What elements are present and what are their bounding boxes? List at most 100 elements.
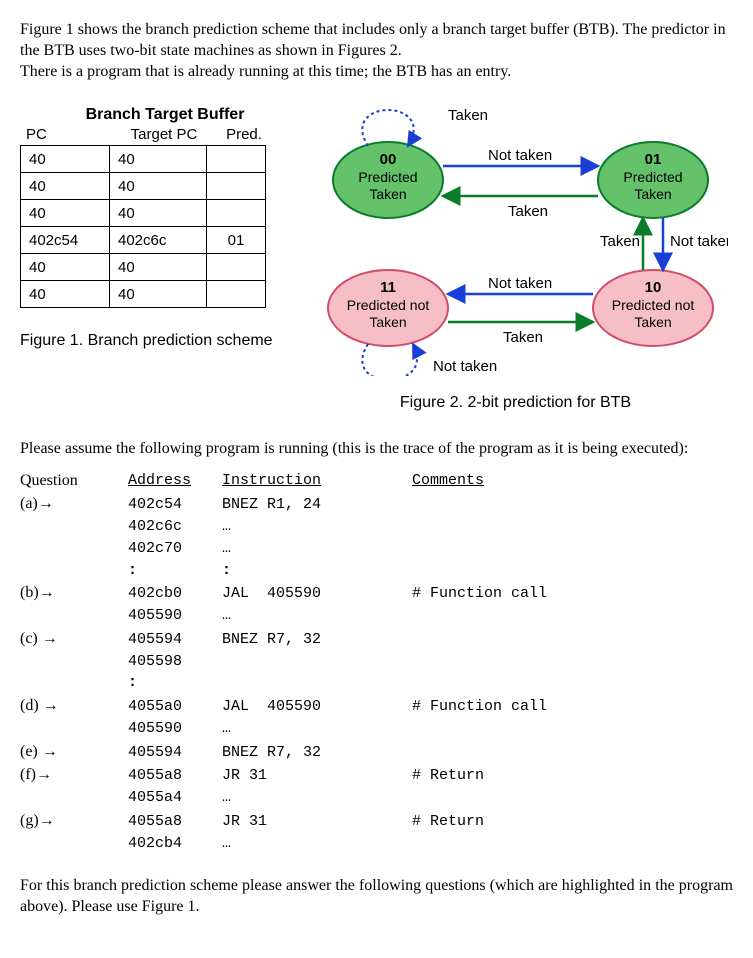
trace-row: : bbox=[20, 672, 733, 694]
btb-header-pred: Pred. bbox=[214, 126, 274, 143]
figure-1-caption: Figure 1. Branch prediction scheme bbox=[20, 332, 280, 350]
state-11-l2: Taken bbox=[369, 314, 406, 330]
trace-address: : bbox=[128, 560, 222, 582]
trace-address: 405594 bbox=[128, 629, 222, 651]
trace-head-comments: Comments bbox=[412, 472, 484, 490]
trace-row: :: bbox=[20, 560, 733, 582]
btb-cell-pc: 40 bbox=[21, 173, 110, 200]
trace-instruction: JAL 405590 bbox=[222, 583, 412, 605]
arrow-icon: → bbox=[42, 743, 58, 760]
figure-2-caption: Figure 2. 2-bit prediction for BTB bbox=[298, 394, 733, 412]
trace-instruction: … bbox=[222, 516, 412, 538]
btb-cell-pc: 40 bbox=[21, 200, 110, 227]
state-10-l2: Taken bbox=[634, 314, 671, 330]
trace-instruction: BNEZ R7, 32 bbox=[222, 742, 412, 764]
trace-question: (g)→ bbox=[20, 809, 128, 832]
trace-question: (d) → bbox=[20, 694, 128, 717]
trace-head-question: Question bbox=[20, 472, 128, 490]
btb-cell-target: 402c6c bbox=[110, 227, 207, 254]
trace-instruction: JAL 405590 bbox=[222, 696, 412, 718]
arrow-icon: → bbox=[42, 630, 58, 647]
trace-row: (b)→402cb0JAL 405590# Function call bbox=[20, 581, 733, 605]
btb-cell-target: 40 bbox=[110, 146, 207, 173]
btb-header-pc: PC bbox=[20, 126, 114, 143]
trace-row: (c) →405594BNEZ R7, 32 bbox=[20, 627, 733, 651]
trace-address: 402c6c bbox=[128, 516, 222, 538]
btb-cell-pred bbox=[207, 173, 266, 200]
trace-head-instruction: Instruction bbox=[222, 472, 412, 490]
trace-row: (f)→4055a8JR 31# Return bbox=[20, 763, 733, 787]
trace-row: (d) →4055a0JAL 405590# Function call bbox=[20, 694, 733, 718]
trace-address: 4055a8 bbox=[128, 765, 222, 787]
btb-row: 402c54402c6c01 bbox=[21, 227, 266, 254]
btb-row: 4040 bbox=[21, 146, 266, 173]
trace-row: (e) →405594BNEZ R7, 32 bbox=[20, 740, 733, 764]
btb-cell-pc: 40 bbox=[21, 146, 110, 173]
trace-instruction: : bbox=[222, 560, 412, 582]
state-00-l1: Predicted bbox=[358, 169, 417, 185]
trace-row: 4055a4… bbox=[20, 787, 733, 809]
trace-address: 402cb0 bbox=[128, 583, 222, 605]
trace-question: (f)→ bbox=[20, 763, 128, 786]
trace-row: 402c70… bbox=[20, 538, 733, 560]
btb-cell-target: 40 bbox=[110, 173, 207, 200]
trace-row: 402c6c… bbox=[20, 516, 733, 538]
trace-address: 402c70 bbox=[128, 538, 222, 560]
edge-10-01-taken: Taken bbox=[600, 233, 640, 250]
btb-cell-pred bbox=[207, 254, 266, 281]
trace-question: (c) → bbox=[20, 627, 128, 650]
btb-cell-target: 40 bbox=[110, 254, 207, 281]
edge-01-00-label: Taken bbox=[508, 203, 548, 220]
intro-p1: Figure 1 shows the branch prediction sch… bbox=[20, 20, 733, 62]
btb-table: 404040404040402c54402c6c0140404040 bbox=[20, 145, 266, 308]
trace-address: 405590 bbox=[128, 718, 222, 740]
intro-p2: There is a program that is already runni… bbox=[20, 62, 733, 83]
state-00-code: 00 bbox=[380, 151, 397, 168]
trace-instruction: … bbox=[222, 718, 412, 740]
trace-head-address: Address bbox=[128, 472, 222, 490]
arrow-icon: → bbox=[43, 697, 59, 714]
trace-row: 405590… bbox=[20, 605, 733, 627]
trace-instruction: BNEZ R7, 32 bbox=[222, 629, 412, 651]
btb-cell-pred bbox=[207, 146, 266, 173]
arrow-icon: → bbox=[38, 495, 54, 512]
trace-row: 405590… bbox=[20, 718, 733, 740]
btb-cell-target: 40 bbox=[110, 281, 207, 308]
edge-01-10-nottaken: Not taken bbox=[670, 233, 728, 250]
btb-cell-pc: 40 bbox=[21, 281, 110, 308]
intro-text: Figure 1 shows the branch prediction sch… bbox=[20, 20, 733, 82]
trace-row: (a)→402c54BNEZ R1, 24 bbox=[20, 492, 733, 516]
btb-cell-target: 40 bbox=[110, 200, 207, 227]
trace-instruction: JR 31 bbox=[222, 765, 412, 787]
arrow-icon: → bbox=[39, 584, 55, 601]
trace-address: 405594 bbox=[128, 742, 222, 764]
trace-comment: # Return bbox=[412, 811, 484, 833]
trace-instruction: BNEZ R1, 24 bbox=[222, 494, 412, 516]
trace-address: 4055a0 bbox=[128, 696, 222, 718]
trace-address: 4055a8 bbox=[128, 811, 222, 833]
btb-cell-pred: 01 bbox=[207, 227, 266, 254]
state-10-code: 10 bbox=[645, 279, 662, 296]
trace-address: 402c54 bbox=[128, 494, 222, 516]
btb-cell-pred bbox=[207, 281, 266, 308]
btb-title: Branch Target Buffer bbox=[50, 106, 280, 124]
btb-row: 4040 bbox=[21, 254, 266, 281]
edge-10-11-label: Not taken bbox=[488, 275, 552, 292]
trace-row: (g)→4055a8JR 31# Return bbox=[20, 809, 733, 833]
state-01-l1: Predicted bbox=[623, 169, 682, 185]
state-11-l1: Predicted not bbox=[347, 297, 430, 313]
state-01-l2: Taken bbox=[634, 186, 671, 202]
trace-instruction: … bbox=[222, 605, 412, 627]
btb-row: 4040 bbox=[21, 281, 266, 308]
trace-address: 405590 bbox=[128, 605, 222, 627]
btb-row: 4040 bbox=[21, 200, 266, 227]
btb-cell-pc: 402c54 bbox=[21, 227, 110, 254]
trace-instruction: … bbox=[222, 833, 412, 855]
trace-address: 405598 bbox=[128, 651, 222, 673]
trace-block: Question Address Instruction Comments (a… bbox=[20, 472, 733, 854]
edge-self-11-label: Not taken bbox=[433, 358, 497, 375]
trace-question: (a)→ bbox=[20, 492, 128, 515]
btb-cell-pred bbox=[207, 200, 266, 227]
state-10-l1: Predicted not bbox=[612, 297, 695, 313]
figure-1: Branch Target Buffer PC Target PC Pred. … bbox=[20, 106, 280, 350]
